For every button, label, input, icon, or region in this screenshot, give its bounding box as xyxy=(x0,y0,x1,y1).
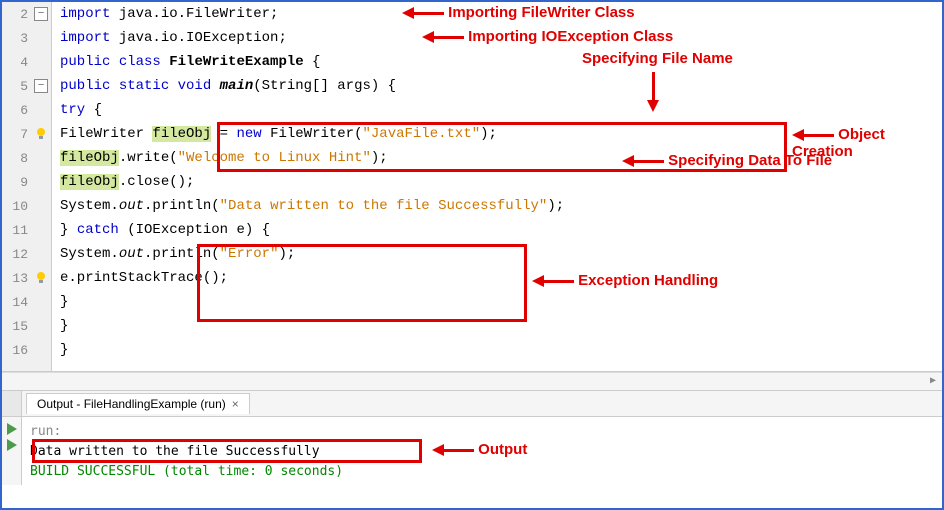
line-number: 12 xyxy=(2,247,32,262)
gutter: 2− 3 4 5− 6 7 8 9 10 11 12 13 14 15 16 xyxy=(2,2,52,371)
line-number: 15 xyxy=(2,319,32,334)
code-area[interactable]: import java.io.FileWriter; import java.i… xyxy=(52,2,942,371)
line-number: 4 xyxy=(2,55,32,70)
bulb-icon[interactable] xyxy=(34,271,48,285)
close-icon[interactable]: × xyxy=(232,397,239,411)
output-body: run: Data written to the file Successful… xyxy=(2,417,942,485)
play-icon xyxy=(7,439,17,451)
output-tab-bar: Output - FileHandlingExample (run) × xyxy=(2,391,942,417)
play-icon xyxy=(7,423,17,435)
fold-icon[interactable]: − xyxy=(34,79,48,93)
rerun-button[interactable] xyxy=(5,439,19,453)
line-number: 7 xyxy=(2,127,32,142)
output-line: Data written to the file Successfully xyxy=(30,441,343,461)
output-text[interactable]: run: Data written to the file Successful… xyxy=(22,417,351,485)
panel-gutter xyxy=(2,391,22,416)
output-line: run: xyxy=(30,421,343,441)
output-tab[interactable]: Output - FileHandlingExample (run) × xyxy=(26,393,250,414)
line-number: 9 xyxy=(2,175,32,190)
line-number: 2 xyxy=(2,7,32,22)
line-number: 5 xyxy=(2,79,32,94)
line-number: 14 xyxy=(2,295,32,310)
code-editor: 2− 3 4 5− 6 7 8 9 10 11 12 13 14 15 16 i… xyxy=(2,2,942,372)
run-button[interactable] xyxy=(5,423,19,437)
line-number: 13 xyxy=(2,271,32,286)
output-line: BUILD SUCCESSFUL (total time: 0 seconds) xyxy=(30,461,343,481)
line-number: 16 xyxy=(2,343,32,358)
line-number: 3 xyxy=(2,31,32,46)
output-panel: Output - FileHandlingExample (run) × run… xyxy=(2,390,942,485)
output-tab-label: Output - FileHandlingExample (run) xyxy=(37,397,226,411)
line-number: 11 xyxy=(2,223,32,238)
fold-icon[interactable]: − xyxy=(34,7,48,21)
run-controls xyxy=(2,417,22,485)
horizontal-scrollbar[interactable]: ▶ xyxy=(2,372,942,390)
line-number: 6 xyxy=(2,103,32,118)
annotation: Output xyxy=(432,441,527,458)
scroll-right-icon[interactable]: ▶ xyxy=(926,374,940,388)
bulb-icon[interactable] xyxy=(34,127,48,141)
line-number: 8 xyxy=(2,151,32,166)
line-number: 10 xyxy=(2,199,32,214)
